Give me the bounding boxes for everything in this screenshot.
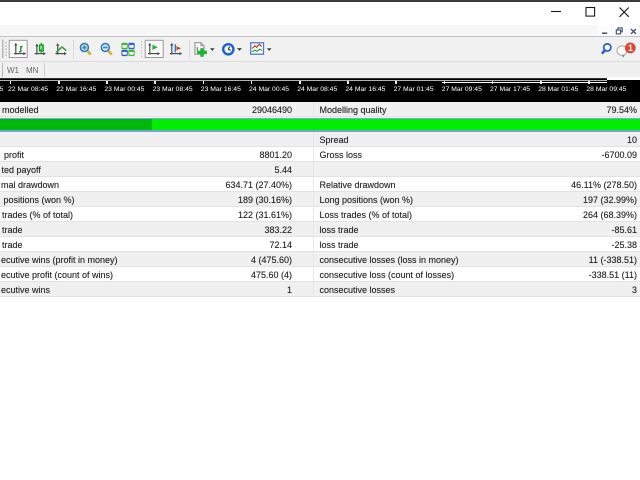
svg-text:1: 1	[628, 43, 633, 53]
